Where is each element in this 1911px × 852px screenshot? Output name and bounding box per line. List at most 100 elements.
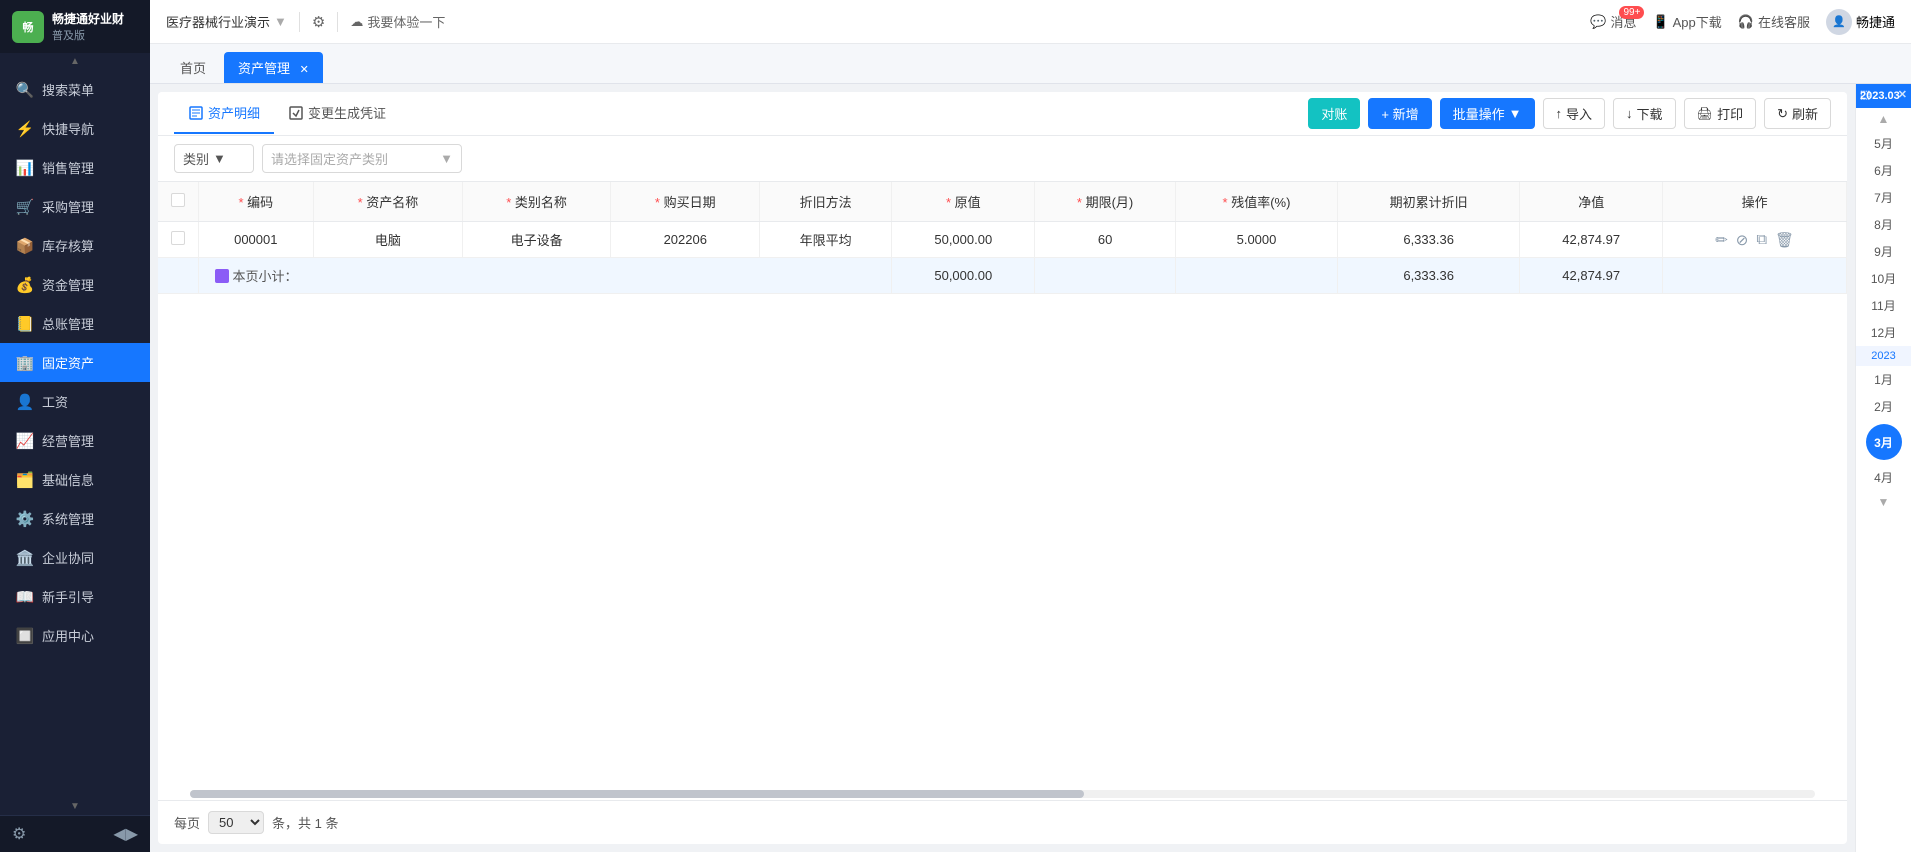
sidebar-item-operations[interactable]: 📈 经营管理: [0, 421, 150, 460]
edit-icon[interactable]: ✏: [1715, 231, 1728, 249]
funds-icon: 💰: [16, 276, 34, 294]
batch-label: 批量操作: [1453, 104, 1505, 123]
row-action: ✏ ⊘ ⧉ 🗑: [1663, 222, 1847, 258]
sidebar-item-inventory[interactable]: 📦 库存核算: [0, 226, 150, 265]
calendar-month-4[interactable]: 4月: [1856, 464, 1911, 491]
calendar-current-month-wrap: 3月: [1856, 424, 1911, 460]
batch-dropdown-icon: ▼: [1509, 106, 1522, 121]
calendar-month-7[interactable]: 7月: [1856, 184, 1911, 211]
category-input[interactable]: 请选择固定资产类别 ▼: [262, 144, 462, 173]
calendar-month-10[interactable]: 10月: [1856, 265, 1911, 292]
asset-table-wrap: 编码 资产名称 类别名称 购买日期 折旧方法 原值 期限(月) 残值率(%) 期…: [158, 182, 1847, 786]
delete-icon[interactable]: 🗑: [1775, 231, 1794, 249]
sub-tab-asset-detail[interactable]: 资产明细: [174, 93, 274, 134]
sidebar-item-appstore[interactable]: 🔲 应用中心: [0, 616, 150, 655]
refresh-button[interactable]: ↻ 刷新: [1764, 98, 1831, 129]
category-input-dropdown-icon: ▼: [440, 151, 453, 166]
topbar: 医疗器械行业演示 ▼ ⚙ ☁ 我要体验一下 💬 消息 99+ 📱 App下载 🎧…: [150, 0, 1911, 44]
calendar-nav-down[interactable]: ▼: [1856, 491, 1911, 513]
disable-icon[interactable]: ⊘: [1736, 231, 1749, 249]
sidebar-item-basic-info[interactable]: 🗂️ 基础信息: [0, 460, 150, 499]
row-checkbox[interactable]: [171, 231, 185, 245]
sidebar-item-search-label: 搜索菜单: [42, 80, 94, 99]
calendar-nav-up[interactable]: ▲: [1856, 108, 1911, 130]
sidebar-item-purchase-label: 采购管理: [42, 197, 94, 216]
horizontal-scrollbar[interactable]: [158, 786, 1847, 800]
th-residual-rate: 残值率(%): [1175, 182, 1337, 222]
sidebar-item-sales[interactable]: 📊 销售管理: [0, 148, 150, 187]
sidebar-item-funds[interactable]: 💰 资金管理: [0, 265, 150, 304]
scrollbar-thumb[interactable]: [190, 790, 1084, 798]
calendar-month-1[interactable]: 1月: [1856, 366, 1911, 393]
message-button[interactable]: 💬 消息 99+: [1590, 12, 1636, 31]
tab-asset-management[interactable]: 资产管理 ✕: [224, 52, 323, 83]
print-button[interactable]: 🖨 打印: [1684, 98, 1757, 129]
calendar-month-12[interactable]: 12月: [1856, 319, 1911, 346]
calendar-month-5[interactable]: 5月: [1856, 130, 1911, 157]
sidebar-item-payroll[interactable]: 👤 工资: [0, 382, 150, 421]
asset-table: 编码 资产名称 类别名称 购买日期 折旧方法 原值 期限(月) 残值率(%) 期…: [158, 182, 1847, 294]
row-depreciation-method: 年限平均: [760, 222, 892, 258]
subtotal-empty-3: [1175, 258, 1337, 294]
sidebar-item-enterprise[interactable]: 🏛️ 企业协同: [0, 538, 150, 577]
calendar-header: 2023.03 ✕ ⬚: [1856, 84, 1911, 108]
sidebar-item-quicknav[interactable]: ⚡ 快捷导航: [0, 109, 150, 148]
batch-button[interactable]: 批量操作 ▼: [1440, 98, 1535, 129]
reconcile-button[interactable]: 对账: [1308, 98, 1360, 129]
experience-button[interactable]: ☁ 我要体验一下: [350, 12, 445, 31]
tab-asset-management-close[interactable]: ✕: [300, 64, 309, 76]
calendar-month-8[interactable]: 8月: [1856, 211, 1911, 238]
sidebar-item-quicknav-label: 快捷导航: [42, 119, 94, 138]
sidebar-item-payroll-label: 工资: [42, 392, 68, 411]
customer-service-button[interactable]: 🎧 在线客服: [1738, 12, 1810, 31]
system-icon: ⚙️: [16, 510, 34, 528]
th-code: 编码: [198, 182, 314, 222]
sidebar-item-operations-label: 经营管理: [42, 431, 94, 450]
operations-icon: 📈: [16, 432, 34, 450]
copy-icon[interactable]: ⧉: [1756, 231, 1767, 248]
calendar-month-3-current[interactable]: 3月: [1866, 424, 1902, 460]
sidebar-item-ledger[interactable]: 📒 总账管理: [0, 304, 150, 343]
calendar-up-icon: ▲: [1878, 112, 1890, 126]
tabbar: 首页 资产管理 ✕: [150, 44, 1911, 84]
sidebar-item-fixed-assets[interactable]: 🏢 固定资产: [0, 343, 150, 382]
calendar-month-11[interactable]: 11月: [1856, 292, 1911, 319]
per-page-select[interactable]: 50 100 200: [208, 811, 264, 834]
download-button[interactable]: ↓ 下载: [1613, 98, 1676, 129]
calendar-month-6[interactable]: 6月: [1856, 157, 1911, 184]
settings-icon[interactable]: ⚙: [12, 824, 26, 844]
payroll-icon: 👤: [16, 393, 34, 411]
pagination: 每页 50 100 200 条，共 1 条: [158, 800, 1847, 844]
row-purchase-date: 202206: [611, 222, 760, 258]
collapse-icon[interactable]: ◀▶: [113, 824, 138, 844]
sidebar-item-search[interactable]: 🔍 搜索菜单: [0, 70, 150, 109]
tab-home[interactable]: 首页: [166, 52, 220, 83]
settings-gear-icon[interactable]: ⚙: [312, 13, 325, 31]
company-selector[interactable]: 医疗器械行业演示 ▼: [166, 12, 287, 31]
sub-tab-asset-detail-label: 资产明细: [208, 103, 260, 122]
category-type-select[interactable]: 类别 ▼: [174, 144, 254, 173]
calendar-month-2[interactable]: 2月: [1856, 393, 1911, 420]
sidebar-item-system-label: 系统管理: [42, 509, 94, 528]
sidebar-item-guide[interactable]: 📖 新手引导: [0, 577, 150, 616]
enterprise-icon: 🏛️: [16, 549, 34, 567]
subtotal-empty-2: [1035, 258, 1175, 294]
user-menu[interactable]: 👤 畅捷通: [1826, 9, 1895, 35]
calendar-close-icon[interactable]: ✕: [1898, 88, 1907, 101]
header-checkbox[interactable]: [171, 193, 185, 207]
sidebar-item-system[interactable]: ⚙️ 系统管理: [0, 499, 150, 538]
calendar-expand-icon[interactable]: ⬚: [1860, 88, 1870, 101]
sub-tab-generate-voucher[interactable]: 变更生成凭证: [274, 93, 400, 134]
sidebar-scroll-down[interactable]: ▼: [0, 798, 150, 815]
th-name: 资产名称: [314, 182, 463, 222]
th-purchase-date: 购买日期: [611, 182, 760, 222]
purchase-icon: 🛒: [16, 198, 34, 216]
import-icon: ↑: [1556, 106, 1563, 121]
new-button[interactable]: + 新增: [1368, 98, 1431, 129]
import-button[interactable]: ↑ 导入: [1543, 98, 1606, 129]
sidebar-scroll-up[interactable]: ▲: [0, 53, 150, 70]
app-download-button[interactable]: 📱 App下载: [1652, 12, 1721, 31]
sidebar-item-purchase[interactable]: 🛒 采购管理: [0, 187, 150, 226]
calendar-month-9[interactable]: 9月: [1856, 238, 1911, 265]
category-type-label: 类别: [183, 149, 209, 168]
